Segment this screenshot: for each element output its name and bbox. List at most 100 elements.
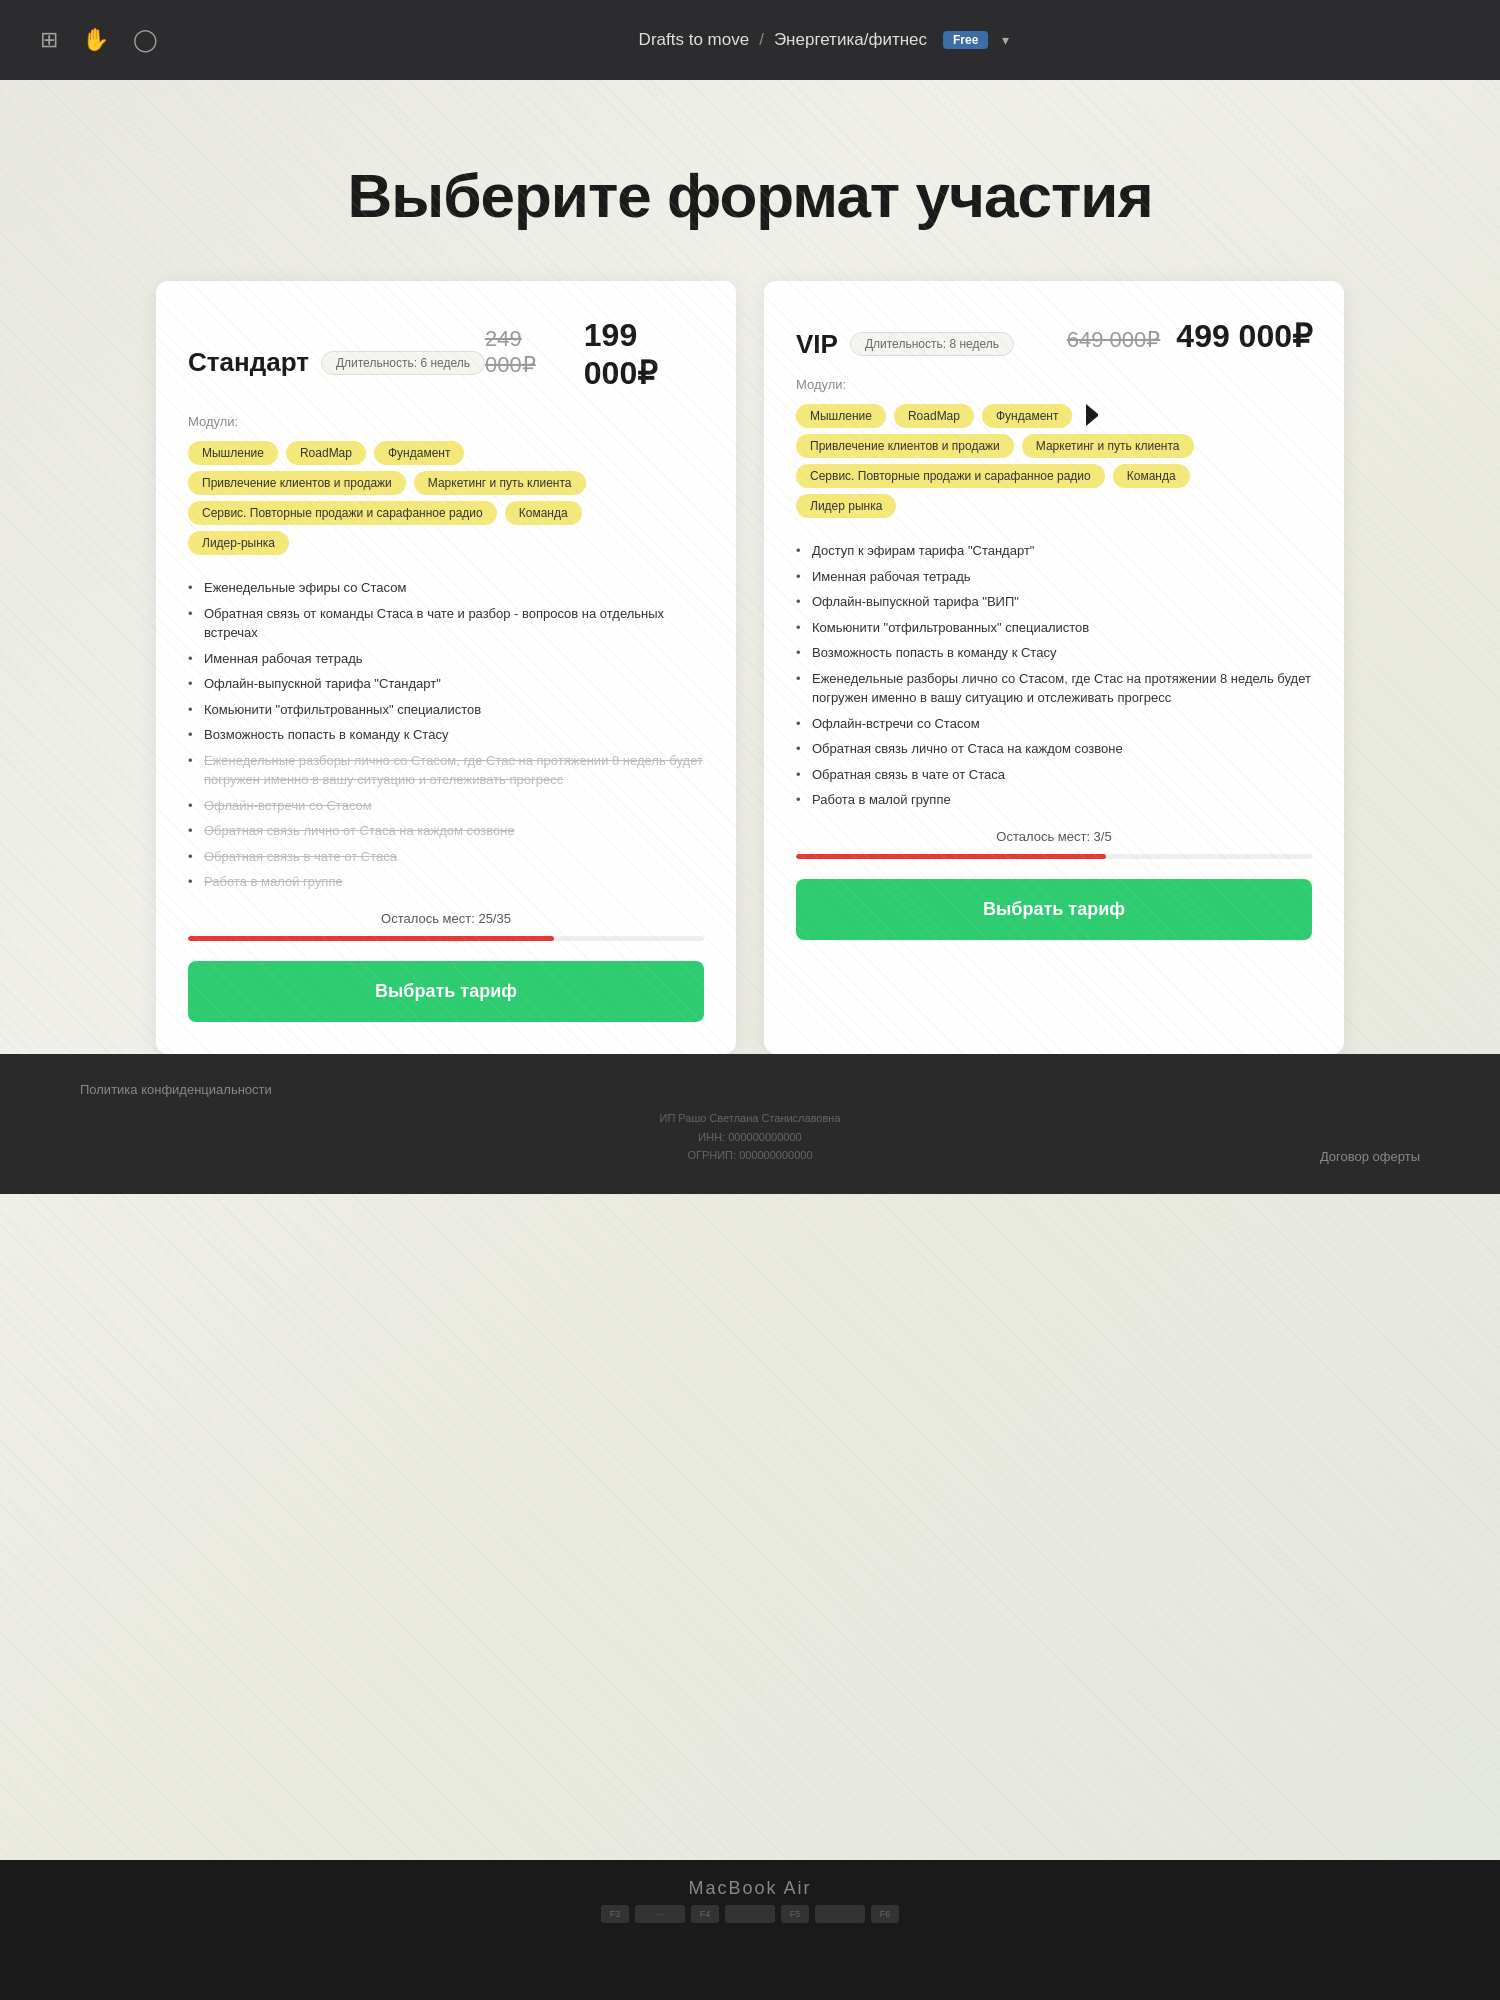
grid-icon[interactable]: ⊞ — [40, 27, 58, 53]
vip-spots: Осталось мест: 3/5 — [796, 829, 1312, 844]
vip-card: VIP Длительность: 8 недель 649 000₽ 499 … — [764, 281, 1344, 1054]
standard-cta-button[interactable]: Выбрать тариф — [188, 961, 704, 1022]
standard-spots: Осталось мест: 25/35 — [188, 911, 704, 926]
tag-fundament-std: Фундамент — [374, 441, 464, 465]
toolbar-icons: ⊞ ✋ ◯ — [40, 27, 158, 53]
vip-new-price: 499 000₽ — [1176, 317, 1312, 355]
key-f4[interactable]: F4 — [691, 1905, 719, 1923]
standard-new-price: 199 000₽ — [584, 317, 704, 392]
vip-progress-bg — [796, 854, 1312, 859]
feature-std-6: Возможность попасть в команду к Стасу — [188, 722, 704, 748]
vip-modules-label: Модули: — [796, 377, 1312, 392]
standard-card-header: Стандарт Длительность: 6 недель 249 000₽… — [188, 317, 704, 408]
macbook-bottom: MacBook Air F3 ··· F4 F5 F6 — [0, 1860, 1500, 1940]
feature-vip-10: Работа в малой группе — [796, 787, 1312, 813]
vip-duration: Длительность: 8 недель — [850, 332, 1014, 356]
feature-vip-7: Офлайн-встречи со Стасом — [796, 711, 1312, 737]
macbook-label: MacBook Air — [688, 1878, 811, 1899]
standard-tags-2: Привлечение клиентов и продажи Маркетинг… — [188, 471, 704, 495]
standard-old-price: 249 000₽ — [485, 326, 568, 378]
key-f5[interactable]: F5 — [781, 1905, 809, 1923]
breadcrumb-separator: / — [759, 30, 764, 50]
feature-std-9: Обратная связь лично от Стаса на каждом … — [188, 818, 704, 844]
toolbar: ⊞ ✋ ◯ Drafts to move / Энергетика/фитнес… — [0, 0, 1500, 80]
vip-plan-name: VIP — [796, 329, 838, 360]
vip-card-title-group: VIP Длительность: 8 недель — [796, 329, 1014, 360]
feature-std-5: Комьюнити "отфильтрованных" специалистов — [188, 697, 704, 723]
key-group: ··· — [635, 1905, 685, 1923]
arrow-icon — [1086, 404, 1108, 426]
feature-vip-2: Именная рабочая тетрадь — [796, 564, 1312, 590]
vip-progress-fill — [796, 854, 1106, 859]
vip-old-price: 649 000₽ — [1067, 327, 1161, 353]
standard-progress-fill — [188, 936, 554, 941]
feature-std-10: Обратная связь в чате от Стаса — [188, 844, 704, 870]
feature-std-1: Еженедельные эфиры со Стасом — [188, 575, 704, 601]
feature-vip-8: Обратная связь лично от Стаса на каждом … — [796, 736, 1312, 762]
standard-tags-4: Лидер-рынка — [188, 531, 704, 555]
tag-leader-std: Лидер-рынка — [188, 531, 289, 555]
tag-roadmap-std: RoadMap — [286, 441, 366, 465]
feature-std-3: Именная рабочая тетрадь — [188, 646, 704, 672]
standard-price-row: 249 000₽ 199 000₽ — [485, 317, 704, 392]
standard-card-title-group: Стандарт Длительность: 6 недель — [188, 347, 485, 378]
tag-leader-vip: Лидер рынка — [796, 494, 896, 518]
company-name: ИП Рашо Светлана Станиславовна — [80, 1109, 1420, 1128]
tag-service-std: Сервис. Повторные продажи и сарафанное р… — [188, 501, 497, 525]
feature-vip-1: Доступ к эфирам тарифа "Стандарт" — [796, 538, 1312, 564]
breadcrumb-drafts[interactable]: Drafts to move — [639, 30, 750, 50]
key-f6[interactable]: F6 — [871, 1905, 899, 1923]
standard-progress-bg — [188, 936, 704, 941]
vip-tags: Мышление RoadMap Фундамент — [796, 404, 1312, 428]
key-spacer — [725, 1905, 775, 1923]
breadcrumb-section[interactable]: Энергетика/фитнес — [774, 30, 927, 50]
tag-team-vip: Команда — [1113, 464, 1190, 488]
standard-plan-name: Стандарт — [188, 347, 309, 378]
tag-marketing-vip: Маркетинг и путь клиента — [1022, 434, 1194, 458]
vip-cta-button[interactable]: Выбрать тариф — [796, 879, 1312, 940]
feature-vip-9: Обратная связь в чате от Стаса — [796, 762, 1312, 788]
breadcrumb: Drafts to move / Энергетика/фитнес Free … — [188, 30, 1460, 50]
cards-container: Стандарт Длительность: 6 недель 249 000₽… — [0, 281, 1500, 1054]
feature-std-8: Офлайн-встречи со Стасом — [188, 793, 704, 819]
feature-std-4: Офлайн-выпускной тарифа "Стандарт" — [188, 671, 704, 697]
macbook-keyboard: F3 ··· F4 F5 F6 — [601, 1905, 899, 1923]
key-f3[interactable]: F3 — [601, 1905, 629, 1923]
standard-card: Стандарт Длительность: 6 недель 249 000₽… — [156, 281, 736, 1054]
vip-card-header: VIP Длительность: 8 недель 649 000₽ 499 … — [796, 317, 1312, 371]
vip-tags-4: Лидер рынка — [796, 494, 1312, 518]
privacy-link[interactable]: Политика конфиденциальности — [80, 1082, 1420, 1097]
vip-tags-3: Сервис. Повторные продажи и сарафанное р… — [796, 464, 1312, 488]
chevron-down-icon[interactable]: ▾ — [1002, 32, 1009, 48]
footer: Политика конфиденциальности ИП Рашо Свет… — [0, 1054, 1500, 1194]
hand-icon[interactable]: ✋ — [82, 27, 109, 53]
screen-area: Выберите формат участия Стандарт Длитель… — [0, 80, 1500, 1860]
feature-std-2: Обратная связь от команды Стаса в чате и… — [188, 601, 704, 646]
page-title: Выберите формат участия — [0, 160, 1500, 231]
tag-roadmap-vip: RoadMap — [894, 404, 974, 428]
feature-vip-3: Офлайн-выпускной тарифа "ВИП" — [796, 589, 1312, 615]
tag-attract-std: Привлечение клиентов и продажи — [188, 471, 406, 495]
feature-vip-4: Комьюнити "отфильтрованных" специалистов — [796, 615, 1312, 641]
feature-std-7: Еженедельные разборы лично со Стасом, гд… — [188, 748, 704, 793]
tag-myshlenie-vip: Мышление — [796, 404, 886, 428]
tag-service-vip: Сервис. Повторные продажи и сарафанное р… — [796, 464, 1105, 488]
standard-duration: Длительность: 6 недель — [321, 351, 485, 375]
vip-price-row: 649 000₽ 499 000₽ — [1067, 317, 1312, 355]
offer-link[interactable]: Договор оферты — [1320, 1149, 1420, 1164]
company-inn: ИНН: 000000000000 — [80, 1128, 1420, 1147]
standard-tags: Мышление RoadMap Фундамент — [188, 441, 704, 465]
company-info: ИП Рашо Светлана Станиславовна ИНН: 0000… — [80, 1109, 1420, 1165]
standard-tags-3: Сервис. Повторные продажи и сарафанное р… — [188, 501, 704, 525]
feature-vip-6: Еженедельные разборы лично со Стасом, гд… — [796, 666, 1312, 711]
tag-fundament-vip: Фундамент — [982, 404, 1072, 428]
vip-features: Доступ к эфирам тарифа "Стандарт" Именна… — [796, 538, 1312, 813]
free-badge: Free — [943, 31, 988, 49]
feature-std-11: Работа в малой группе — [188, 869, 704, 895]
standard-modules-label: Модули: — [188, 414, 704, 429]
tag-attract-vip: Привлечение клиентов и продажи — [796, 434, 1014, 458]
chat-icon[interactable]: ◯ — [133, 27, 158, 53]
tag-team-std: Команда — [505, 501, 582, 525]
tag-myshlenie-std: Мышление — [188, 441, 278, 465]
company-ogrnip: ОГРНИП: 000000000000 — [80, 1146, 1420, 1165]
